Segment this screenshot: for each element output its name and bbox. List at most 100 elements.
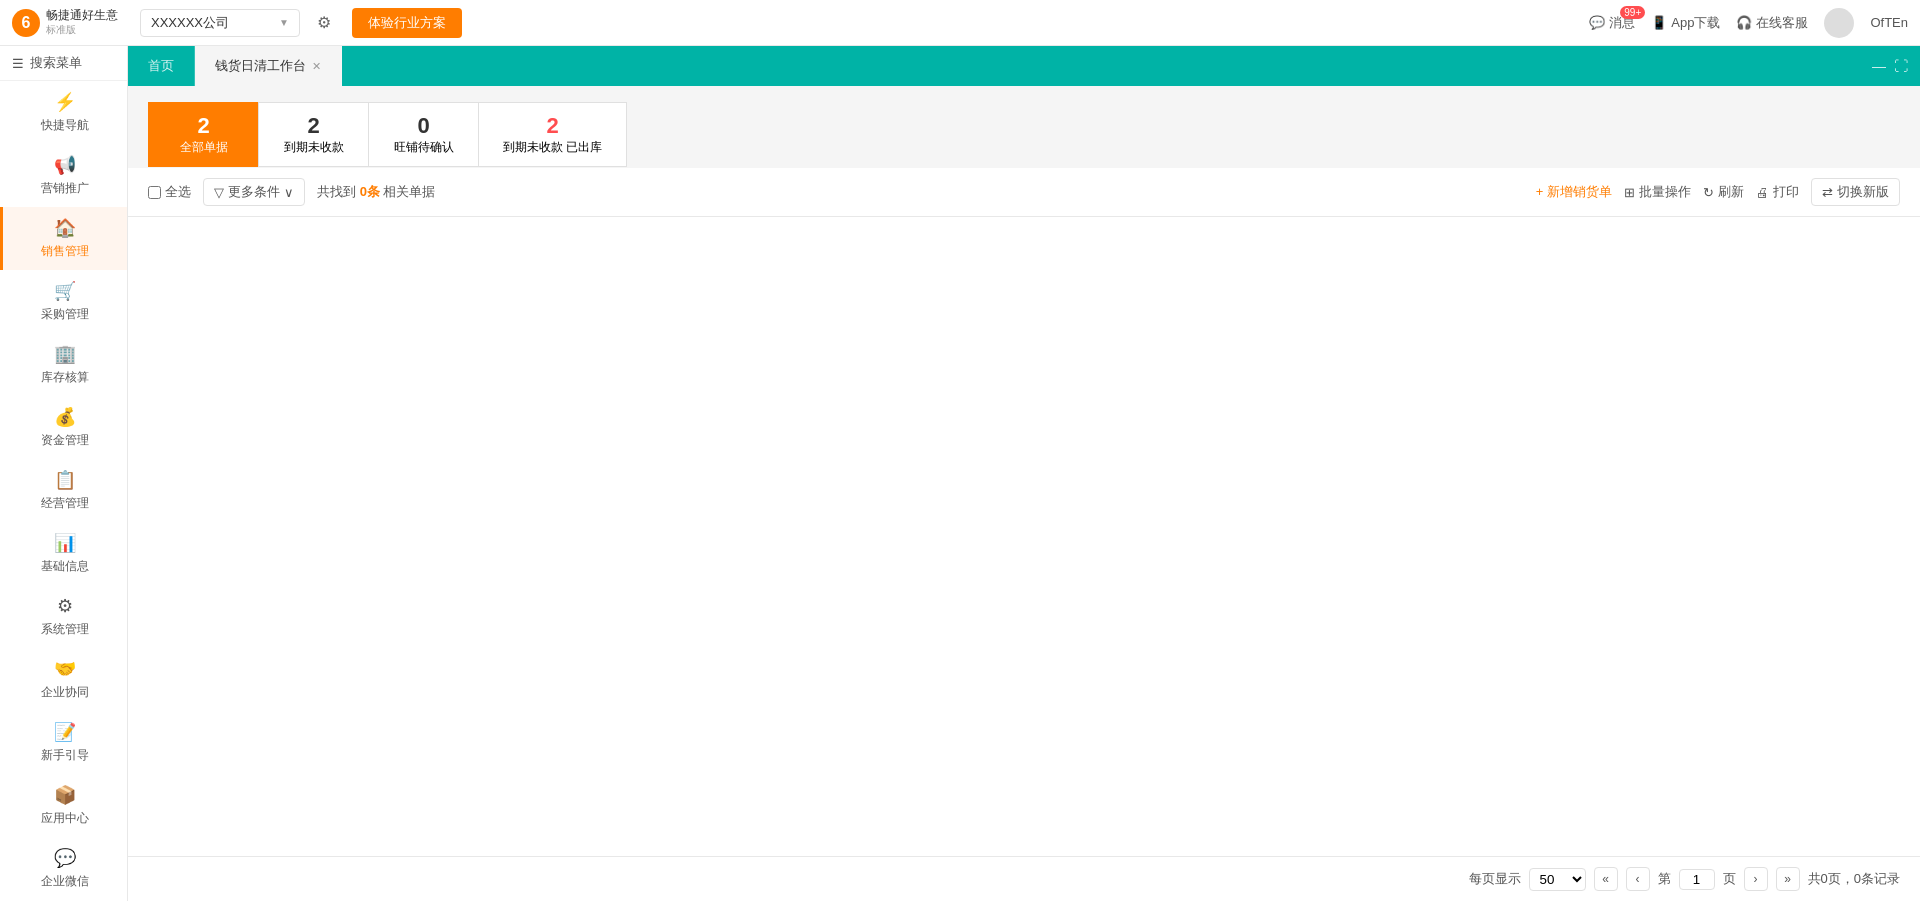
company-selector[interactable]: XXXXXX公司 ▼ [140, 9, 300, 37]
guide-icon: 📝 [54, 721, 76, 743]
page-suffix: 页 [1723, 870, 1736, 888]
tab-bar-actions: — ⛶ [1860, 46, 1920, 86]
filter-tab-overdue[interactable]: 2 到期未收款 [258, 102, 368, 167]
settings-button[interactable]: ⚙ [308, 7, 340, 39]
filter-tab-overdue-count: 2 [283, 113, 344, 139]
megaphone-icon: 📢 [54, 154, 76, 176]
sidebar: ☰ 搜索菜单 ⚡ 快捷导航 📢 营销推广 🏠 销售管理 🛒 采购管理 🏢 库存核… [0, 46, 128, 901]
batch-operation-button[interactable]: ⊞ 批量操作 [1624, 183, 1691, 201]
app-download-label: App下载 [1671, 14, 1720, 32]
tab-minimize-button[interactable]: — [1872, 58, 1886, 74]
sidebar-item-purchase[interactable]: 🛒 采购管理 [0, 270, 127, 333]
gear-icon: ⚙ [57, 595, 73, 617]
sidebar-item-label: 企业微信 [41, 873, 89, 890]
sidebar-item-quick-nav[interactable]: ⚡ 快捷导航 [0, 81, 127, 144]
search-menu-item[interactable]: ☰ 搜索菜单 [0, 46, 127, 81]
filter-tab-all-label: 全部单据 [180, 140, 228, 154]
cart-icon: 🛒 [54, 280, 76, 302]
filter-tab-wangdian-label: 旺铺待确认 [394, 140, 454, 154]
app-name: 畅捷通好生意 [46, 8, 118, 24]
chevron-down-icon: ▼ [279, 17, 289, 28]
print-label: 打印 [1773, 183, 1799, 201]
filter-tab-unshipped[interactable]: 2 到期未收款 已出库 [478, 102, 627, 167]
sidebar-item-base-info[interactable]: 📊 基础信息 [0, 522, 127, 585]
online-service-button[interactable]: 🎧 在线客服 [1736, 14, 1808, 32]
filter-tab-unshipped-label: 到期未收款 已出库 [503, 140, 602, 154]
pagination: 每页显示 50 20 100 « ‹ 第 页 › » 共0页，0条记录 [128, 856, 1920, 901]
page-number-input[interactable] [1679, 869, 1715, 890]
filter-tab-all-count: 2 [173, 113, 234, 139]
switch-label: 切换新版 [1837, 183, 1889, 201]
select-all-checkbox[interactable]: 全选 [148, 183, 191, 201]
home-icon: 🏠 [54, 217, 76, 239]
clipboard-icon: 📋 [54, 469, 76, 491]
chevron-icon: ∨ [284, 185, 294, 200]
sidebar-item-label: 经营管理 [41, 495, 89, 512]
tab-bar: 首页 钱货日清工作台 ✕ — ⛶ [128, 46, 1920, 86]
refresh-button[interactable]: ↻ 刷新 [1703, 183, 1744, 201]
headset-icon: 🎧 [1736, 15, 1752, 30]
sidebar-item-inventory[interactable]: 🏢 库存核算 [0, 333, 127, 396]
message-button[interactable]: 💬 消息 99+ [1589, 14, 1635, 32]
switch-version-button[interactable]: ⇄ 切换新版 [1811, 178, 1900, 206]
message-badge: 99+ [1620, 6, 1645, 19]
avatar[interactable] [1824, 8, 1854, 38]
refresh-label: 刷新 [1718, 183, 1744, 201]
filter-tab-wangdian[interactable]: 0 旺铺待确认 [368, 102, 478, 167]
money-icon: 💰 [54, 406, 76, 428]
tab-home[interactable]: 首页 [128, 46, 195, 86]
avatar-name: OfTEn [1870, 15, 1908, 30]
sidebar-item-label: 营销推广 [41, 180, 89, 197]
last-page-button[interactable]: » [1776, 867, 1800, 891]
sidebar-item-sales[interactable]: 🏠 销售管理 [0, 207, 127, 270]
add-sale-order-button[interactable]: + 新增销货单 [1536, 183, 1612, 201]
page-content: 2 全部单据 2 到期未收款 0 旺铺待确认 2 到期未收款 已出库 [128, 86, 1920, 901]
search-menu-label: 搜索菜单 [30, 54, 82, 72]
filter-tab-overdue-label: 到期未收款 [284, 140, 344, 154]
select-all-input[interactable] [148, 186, 161, 199]
sidebar-item-app-center[interactable]: 📦 应用中心 [0, 774, 127, 837]
sidebar-item-label: 库存核算 [41, 369, 89, 386]
app-name-area: 畅捷通好生意 标准版 [46, 8, 118, 38]
header-right: 💬 消息 99+ 📱 App下载 🎧 在线客服 OfTEn [1589, 8, 1908, 38]
sidebar-item-finance[interactable]: 💰 资金管理 [0, 396, 127, 459]
sidebar-item-cooperation[interactable]: 🤝 企业协同 [0, 648, 127, 711]
filter-tab-wangdian-count: 0 [393, 113, 454, 139]
company-name: XXXXXX公司 [151, 14, 229, 32]
sidebar-item-label: 快捷导航 [41, 117, 89, 134]
tab-cash-daily-label: 钱货日清工作台 [215, 57, 306, 75]
more-conditions-button[interactable]: ▽ 更多条件 ∨ [203, 178, 305, 206]
sidebar-item-operations[interactable]: 📋 经营管理 [0, 459, 127, 522]
batch-icon: ⊞ [1624, 185, 1635, 200]
toolbar: 全选 ▽ 更多条件 ∨ 共找到 0条 相关单据 + 新增销货单 ⊞ 批量操作 [128, 168, 1920, 217]
sidebar-item-label: 企业协同 [41, 684, 89, 701]
first-page-button[interactable]: « [1594, 867, 1618, 891]
tab-cash-daily[interactable]: 钱货日清工作台 ✕ [195, 46, 342, 86]
trial-button[interactable]: 体验行业方案 [352, 8, 462, 38]
filter-tab-all[interactable]: 2 全部单据 [148, 102, 258, 167]
sidebar-item-label: 基础信息 [41, 558, 89, 575]
top-header: 6 畅捷通好生意 标准版 XXXXXX公司 ▼ ⚙ 体验行业方案 💬 消息 99… [0, 0, 1920, 46]
box-icon: 📦 [54, 784, 76, 806]
sidebar-item-marketing[interactable]: 📢 营销推广 [0, 144, 127, 207]
app-logo-icon: 6 [12, 9, 40, 37]
sidebar-item-wechat[interactable]: 💬 企业微信 [0, 837, 127, 900]
sidebar-item-system[interactable]: ⚙ 系统管理 [0, 585, 127, 648]
found-count: 0条 [360, 184, 380, 199]
tab-close-icon[interactable]: ✕ [312, 60, 321, 73]
toolbar-right: + 新增销货单 ⊞ 批量操作 ↻ 刷新 🖨 打印 ⇄ [1536, 178, 1900, 206]
prev-page-button[interactable]: ‹ [1626, 867, 1650, 891]
print-button[interactable]: 🖨 打印 [1756, 183, 1799, 201]
sidebar-item-guide[interactable]: 📝 新手引导 [0, 711, 127, 774]
sidebar-item-label: 系统管理 [41, 621, 89, 638]
batch-label: 批量操作 [1639, 183, 1691, 201]
per-page-select[interactable]: 50 20 100 [1529, 868, 1586, 891]
main-layout: ☰ 搜索菜单 ⚡ 快捷导航 📢 营销推广 🏠 销售管理 🛒 采购管理 🏢 库存核… [0, 46, 1920, 901]
wechat-icon: 💬 [54, 847, 76, 869]
next-page-button[interactable]: › [1744, 867, 1768, 891]
app-download-button[interactable]: 📱 App下载 [1651, 14, 1720, 32]
total-info: 共0页，0条记录 [1808, 870, 1900, 888]
handshake-icon: 🤝 [54, 658, 76, 680]
tab-maximize-button[interactable]: ⛶ [1894, 58, 1908, 74]
filter-tabs: 2 全部单据 2 到期未收款 0 旺铺待确认 2 到期未收款 已出库 [128, 86, 1920, 167]
